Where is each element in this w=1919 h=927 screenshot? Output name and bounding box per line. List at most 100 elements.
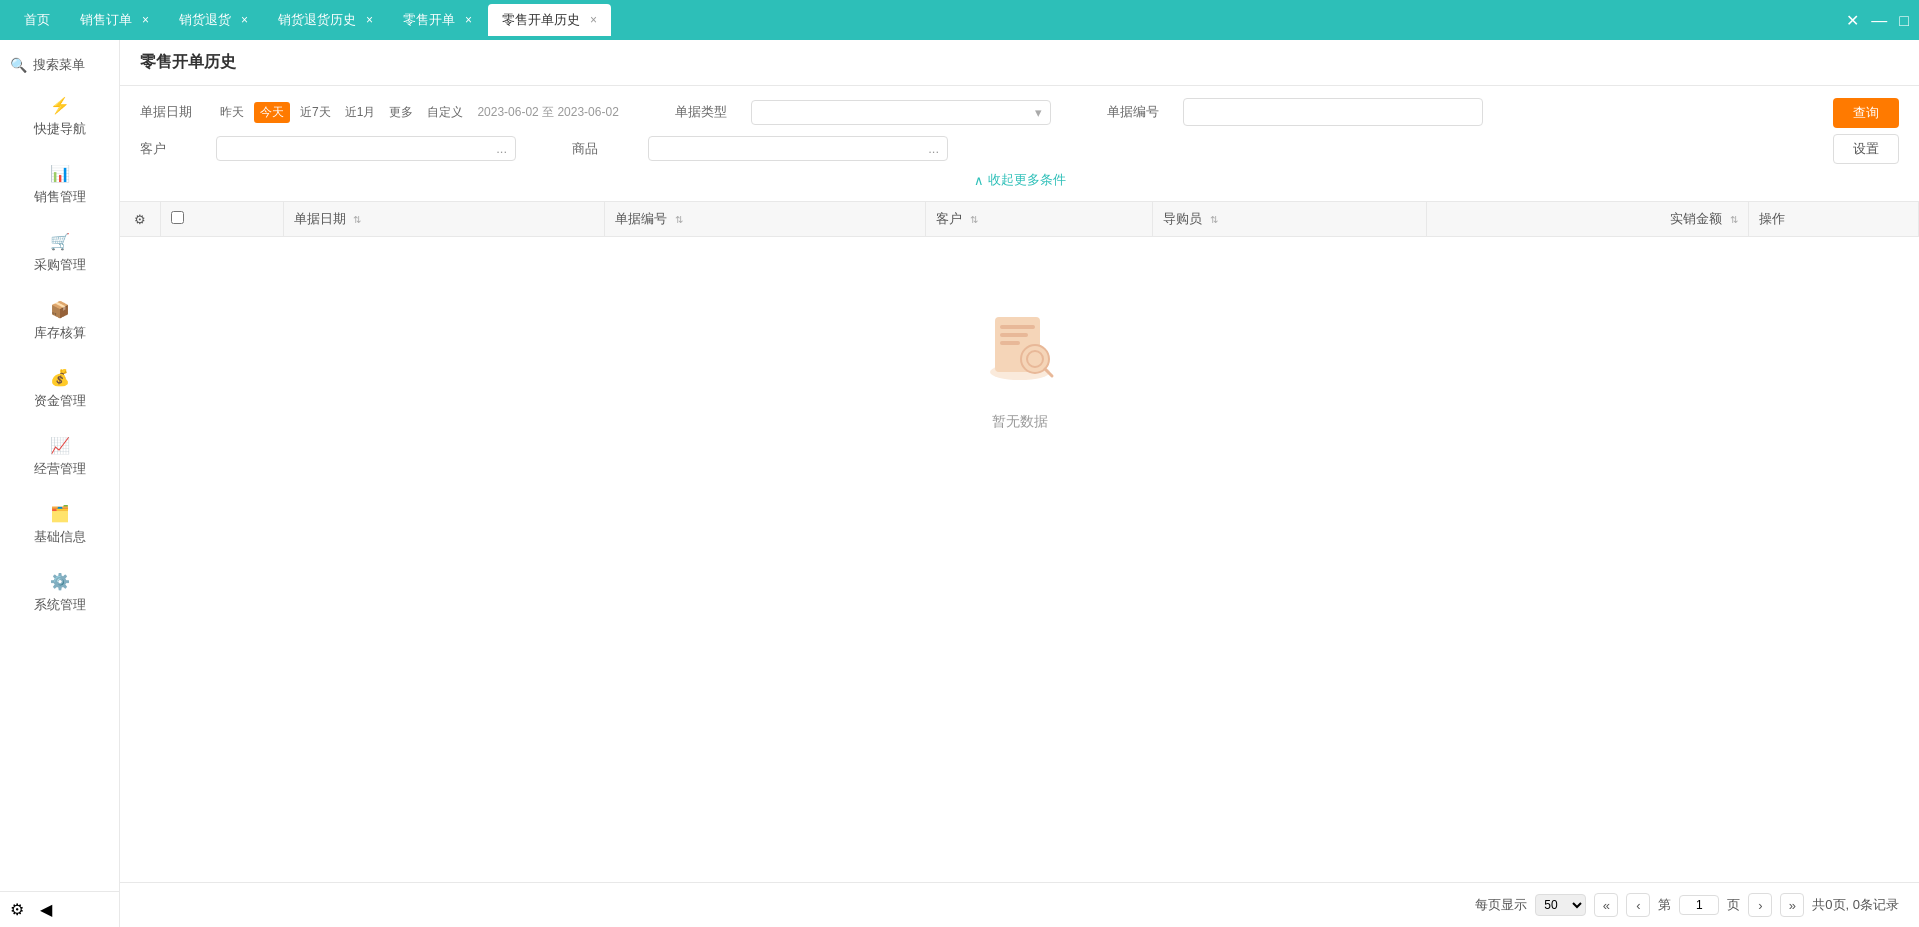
date-custom-btn[interactable]: 自定义 xyxy=(423,102,467,123)
tab-sales-return-history[interactable]: 销货退货历史 × xyxy=(264,4,387,36)
page-input[interactable] xyxy=(1679,895,1719,915)
col-customer-sort-icon: ⇅ xyxy=(970,214,978,225)
sidebar-item-quick-nav[interactable]: ⚡ 快捷导航 xyxy=(0,82,119,150)
sidebar-search-label: 搜索菜单 xyxy=(33,56,85,74)
col-customer[interactable]: 客户 ⇅ xyxy=(926,202,1153,237)
sidebar-settings-icon[interactable]: ⚙ xyxy=(10,900,24,919)
customer-select[interactable]: ... xyxy=(216,136,516,161)
doc-no-label: 单据编号 xyxy=(1107,103,1167,121)
sidebar-collapse-icon[interactable]: ◀ xyxy=(40,900,52,919)
purchase-mgmt-icon: 🛒 xyxy=(49,230,71,252)
sys-mgmt-icon: ⚙️ xyxy=(49,570,71,592)
query-button[interactable]: 查询 xyxy=(1833,98,1899,128)
tab-retail-open-history-close[interactable]: × xyxy=(590,13,597,27)
doc-no-input[interactable] xyxy=(1183,98,1483,126)
sidebar-item-sys-mgmt[interactable]: ⚙️ 系统管理 xyxy=(0,558,119,626)
sidebar-item-inventory[interactable]: 📦 库存核算 xyxy=(0,286,119,354)
col-salesperson[interactable]: 导购员 ⇅ xyxy=(1153,202,1427,237)
finance-icon: 💰 xyxy=(49,366,71,388)
date-more-btn[interactable]: 更多 xyxy=(385,102,417,123)
window-minimize-icon[interactable]: — xyxy=(1871,11,1887,29)
first-page-icon: « xyxy=(1603,898,1610,913)
per-page-select[interactable]: 50 10 20 100 xyxy=(1535,894,1586,916)
col-amount[interactable]: 实销金额 ⇅ xyxy=(1427,202,1748,237)
content-area: 零售开单历史 + 新增 🗑 删除 🖨 打印 ▾ ↗ 导出 ↺ xyxy=(120,40,1919,927)
tab-retail-open-history[interactable]: 零售开单历史 × xyxy=(488,4,611,36)
window-maximize-icon[interactable]: □ xyxy=(1899,11,1909,29)
prev-page-btn[interactable]: ‹ xyxy=(1626,893,1650,917)
table-header-row: ⚙ 单据日期 ⇅ 单据编号 ⇅ xyxy=(120,202,1919,237)
filter-settings-button[interactable]: 设置 xyxy=(1833,134,1899,164)
tab-home[interactable]: 首页 xyxy=(10,4,64,36)
tab-sales-return-history-close[interactable]: × xyxy=(366,13,373,27)
col-checkbox[interactable] xyxy=(160,202,283,237)
sidebar-item-sys-mgmt-label: 系统管理 xyxy=(34,596,86,614)
col-salesperson-label: 导购员 xyxy=(1163,211,1202,226)
col-settings-icon[interactable]: ⚙ xyxy=(134,212,146,227)
col-salesperson-sort-icon: ⇅ xyxy=(1210,214,1218,225)
date-last-month-btn[interactable]: 近1月 xyxy=(341,102,380,123)
doc-type-select[interactable]: ▾ xyxy=(751,100,1051,125)
col-settings[interactable]: ⚙ xyxy=(120,202,160,237)
tab-sales-return-close[interactable]: × xyxy=(241,13,248,27)
sidebar-item-basic-info-label: 基础信息 xyxy=(34,528,86,546)
product-select[interactable]: ... xyxy=(648,136,948,161)
sidebar-search[interactable]: 🔍 搜索菜单 xyxy=(0,48,119,82)
doc-type-label: 单据类型 xyxy=(675,103,735,121)
sidebar-item-purchase-mgmt[interactable]: 🛒 采购管理 xyxy=(0,218,119,286)
sidebar: 🔍 搜索菜单 ⚡ 快捷导航 📊 销售管理 🛒 采购管理 📦 库存核算 💰 资金管… xyxy=(0,40,120,927)
tab-sales-return[interactable]: 销货退货 × xyxy=(165,4,262,36)
table-head: ⚙ 单据日期 ⇅ 单据编号 ⇅ xyxy=(120,202,1919,237)
inventory-icon: 📦 xyxy=(49,298,71,320)
sidebar-item-quick-nav-label: 快捷导航 xyxy=(34,120,86,138)
sidebar-item-finance[interactable]: 💰 资金管理 xyxy=(0,354,119,422)
window-close-icon[interactable]: ✕ xyxy=(1846,11,1859,30)
collapse-label: 收起更多条件 xyxy=(988,171,1066,189)
per-page-label: 每页显示 xyxy=(1475,896,1527,914)
doc-type-arrow-icon: ▾ xyxy=(1035,105,1042,120)
svg-rect-2 xyxy=(1000,325,1035,329)
sidebar-item-finance-label: 资金管理 xyxy=(34,392,86,410)
sidebar-item-purchase-mgmt-label: 采购管理 xyxy=(34,256,86,274)
table-container: ⚙ 单据日期 ⇅ 单据编号 ⇅ xyxy=(120,202,1919,882)
tab-retail-open[interactable]: 零售开单 × xyxy=(389,4,486,36)
col-date[interactable]: 单据日期 ⇅ xyxy=(283,202,604,237)
col-doc-no[interactable]: 单据编号 ⇅ xyxy=(604,202,925,237)
page-header: 零售开单历史 + 新增 🗑 删除 🖨 打印 ▾ ↗ 导出 ↺ xyxy=(120,40,1919,86)
select-all-checkbox[interactable] xyxy=(171,211,184,224)
sidebar-item-inventory-label: 库存核算 xyxy=(34,324,86,342)
date-last7-btn[interactable]: 近7天 xyxy=(296,102,335,123)
product-filter-label: 商品 xyxy=(572,140,632,158)
col-date-label: 单据日期 xyxy=(294,211,346,226)
svg-rect-3 xyxy=(1000,333,1028,337)
next-page-icon: › xyxy=(1758,898,1762,913)
tab-sales-order-close[interactable]: × xyxy=(142,13,149,27)
sidebar-item-sales-mgmt[interactable]: 📊 销售管理 xyxy=(0,150,119,218)
tab-bar: 首页 销售订单 × 销货退货 × 销货退货历史 × 零售开单 × 零售开单历史 … xyxy=(0,0,1919,40)
col-customer-label: 客户 xyxy=(936,211,962,226)
total-info: 共0页, 0条记录 xyxy=(1812,896,1899,914)
date-yesterday-btn[interactable]: 昨天 xyxy=(216,102,248,123)
tab-retail-open-close[interactable]: × xyxy=(465,13,472,27)
last-page-icon: » xyxy=(1789,898,1796,913)
sidebar-item-basic-info[interactable]: 🗂️ 基础信息 xyxy=(0,490,119,558)
query-actions: 查询 设置 xyxy=(1833,98,1899,164)
empty-state: 暂无数据 xyxy=(120,237,1919,491)
tab-sales-order[interactable]: 销售订单 × xyxy=(66,4,163,36)
col-date-sort-icon: ⇅ xyxy=(353,214,361,225)
sidebar-item-ops-mgmt[interactable]: 📈 经营管理 xyxy=(0,422,119,490)
product-ellipsis: ... xyxy=(928,141,939,156)
tab-sales-return-label: 销货退货 xyxy=(179,11,231,29)
tab-retail-open-history-label: 零售开单历史 xyxy=(502,11,580,29)
date-today-btn[interactable]: 今天 xyxy=(254,102,290,123)
tab-retail-open-label: 零售开单 xyxy=(403,11,455,29)
col-action-label: 操作 xyxy=(1759,211,1785,226)
col-amount-label: 实销金额 xyxy=(1670,211,1722,226)
sales-mgmt-icon: 📊 xyxy=(49,162,71,184)
last-page-btn[interactable]: » xyxy=(1780,893,1804,917)
next-page-btn[interactable]: › xyxy=(1748,893,1772,917)
tab-bar-right: ✕ — □ xyxy=(1846,11,1909,30)
first-page-btn[interactable]: « xyxy=(1594,893,1618,917)
collapse-btn[interactable]: ∧ 收起更多条件 xyxy=(974,171,1066,189)
page-label-suffix: 页 xyxy=(1727,896,1740,914)
